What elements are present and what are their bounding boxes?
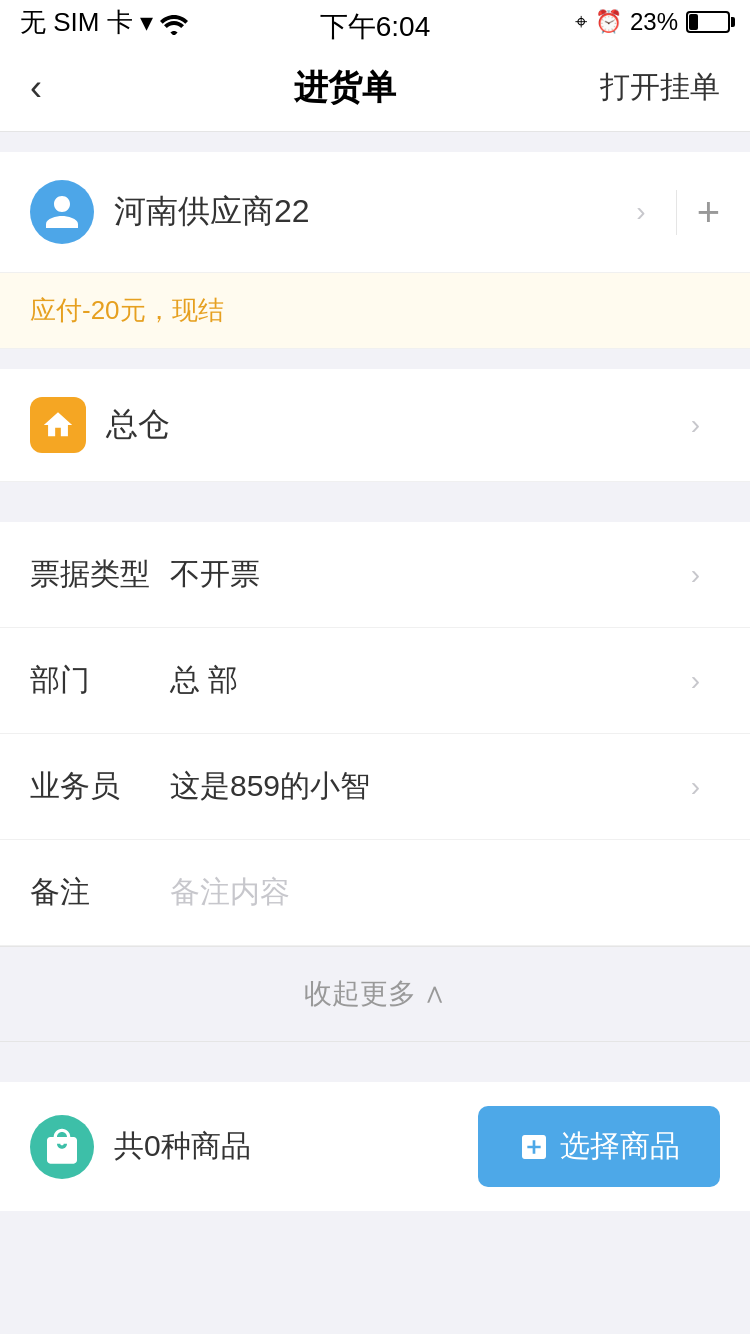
status-right: ⌖ ⏰ 23% bbox=[575, 8, 730, 36]
section-divider-1 bbox=[0, 132, 750, 152]
department-row[interactable]: 部门 总 部 › bbox=[0, 628, 750, 734]
bottom-area bbox=[0, 1211, 750, 1334]
battery-percentage: 23% bbox=[630, 8, 678, 36]
remark-value[interactable]: 备注内容 bbox=[170, 872, 720, 913]
supplier-row[interactable]: 河南供应商22 › bbox=[30, 152, 666, 272]
invoice-chevron-icon: › bbox=[691, 559, 700, 591]
department-chevron-icon: › bbox=[691, 665, 700, 697]
section-divider-4 bbox=[0, 1042, 750, 1062]
select-product-label: 选择商品 bbox=[560, 1126, 680, 1167]
section-divider-2 bbox=[0, 349, 750, 369]
warehouse-row[interactable]: 总仓 › bbox=[0, 369, 750, 482]
add-supplier-button[interactable]: + bbox=[676, 190, 720, 235]
remark-row[interactable]: 备注 备注内容 bbox=[0, 840, 750, 946]
shopping-bag-icon bbox=[42, 1127, 82, 1167]
form-section: 票据类型 不开票 › 部门 总 部 › 业务员 这是859的小智 › 备注 备注… bbox=[0, 522, 750, 946]
salesperson-row[interactable]: 业务员 这是859的小智 › bbox=[0, 734, 750, 840]
nav-bar: ‹ 进货单 打开挂单 bbox=[0, 44, 750, 132]
remark-label: 备注 bbox=[30, 872, 170, 913]
alarm-icon: ⏰ bbox=[595, 9, 622, 35]
salesperson-value: 这是859的小智 bbox=[170, 766, 691, 807]
select-product-button[interactable]: 选择商品 bbox=[478, 1106, 720, 1187]
salesperson-chevron-icon: › bbox=[691, 771, 700, 803]
notice-text: 应付-20元，现结 bbox=[30, 293, 720, 328]
warehouse-icon bbox=[30, 397, 86, 453]
battery-icon bbox=[686, 11, 730, 33]
salesperson-label: 业务员 bbox=[30, 766, 170, 807]
page-title: 进货单 bbox=[294, 65, 396, 111]
department-value: 总 部 bbox=[170, 660, 691, 701]
select-product-icon bbox=[518, 1131, 550, 1163]
status-time: 下午6:04 bbox=[320, 8, 431, 46]
back-button[interactable]: ‹ bbox=[30, 67, 90, 109]
supplier-section: 河南供应商22 › + bbox=[0, 152, 750, 273]
location-icon: ⌖ bbox=[575, 9, 587, 35]
invoice-type-row[interactable]: 票据类型 不开票 › bbox=[0, 522, 750, 628]
status-carrier: 无 SIM 卡 ▾ bbox=[20, 5, 188, 40]
house-icon bbox=[41, 408, 75, 442]
status-bar: 无 SIM 卡 ▾ 下午6:04 ⌖ ⏰ 23% bbox=[0, 0, 750, 44]
department-label: 部门 bbox=[30, 660, 170, 701]
open-hang-button[interactable]: 打开挂单 bbox=[600, 67, 720, 108]
notice-banner: 应付-20元，现结 bbox=[0, 273, 750, 349]
invoice-type-value: 不开票 bbox=[170, 554, 691, 595]
warehouse-name: 总仓 bbox=[106, 403, 691, 447]
product-count: 共0种商品 bbox=[114, 1126, 478, 1167]
chevron-right-icon: › bbox=[636, 196, 645, 228]
product-icon bbox=[30, 1115, 94, 1179]
supplier-avatar bbox=[30, 180, 94, 244]
warehouse-section: 总仓 › bbox=[0, 369, 750, 482]
invoice-type-label: 票据类型 bbox=[30, 554, 170, 595]
supplier-name: 河南供应商22 bbox=[114, 190, 636, 234]
wifi-icon bbox=[160, 7, 188, 37]
warehouse-chevron-icon: › bbox=[691, 409, 700, 441]
section-divider-3 bbox=[0, 482, 750, 502]
collapse-button[interactable]: 收起更多 ∧ bbox=[304, 975, 447, 1013]
product-footer: 共0种商品 选择商品 bbox=[0, 1082, 750, 1211]
person-icon bbox=[42, 192, 82, 232]
collapse-section: 收起更多 ∧ bbox=[0, 946, 750, 1042]
